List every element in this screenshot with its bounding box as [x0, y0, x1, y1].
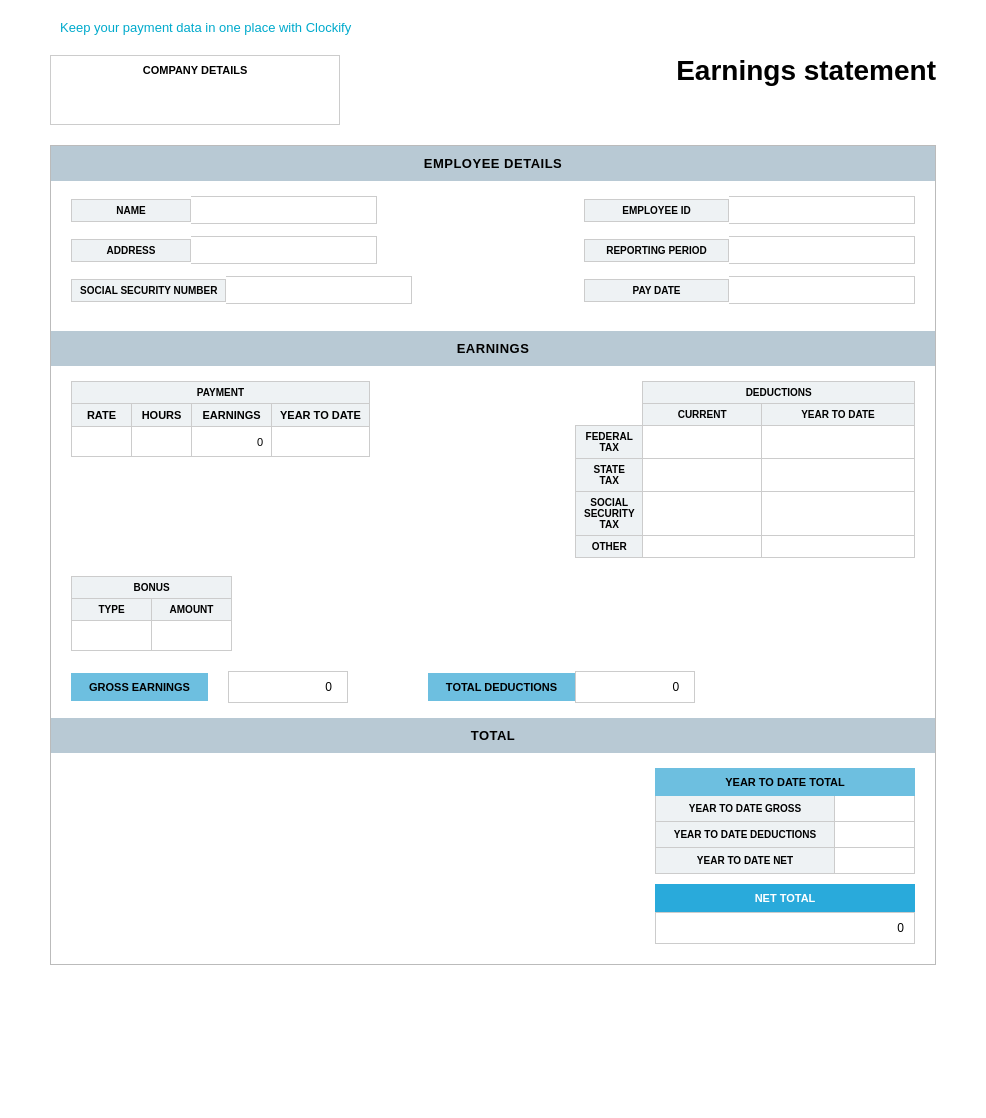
total-section-header: TOTAL — [51, 718, 935, 753]
ssn-label: SOCIAL SECURITY NUMBER — [71, 279, 226, 302]
ytd-net-value — [835, 848, 915, 874]
ytd-deductions-label: YEAR TO DATE DEDUCTIONS — [655, 822, 835, 848]
other-row: OTHER — [576, 536, 915, 558]
total-deductions-label: TOTAL DEDUCTIONS — [446, 681, 557, 693]
net-total-bar: NET TOTAL — [655, 884, 915, 912]
bonus-area: BONUS TYPE AMOUNT — [71, 576, 915, 651]
social-security-row: SOCIAL SECURITY TAX — [576, 492, 915, 536]
other-ytd — [761, 536, 914, 558]
ytd-gross-value — [835, 796, 915, 822]
reporting-period-label: REPORTING PERIOD — [584, 239, 729, 262]
social-security-label: SOCIAL SECURITY TAX — [576, 492, 643, 536]
employee-id-label: EMPLOYEE ID — [584, 199, 729, 222]
ssn-input[interactable] — [226, 276, 412, 304]
totals-bar: GROSS EARNINGS 0 TOTAL DEDUCTIONS 0 — [71, 671, 915, 703]
employee-field-row-3: SOCIAL SECURITY NUMBER PAY DATE — [71, 276, 915, 304]
deductions-side: DEDUCTIONS CURRENT YEAR TO DATE FEDERAL … — [575, 381, 915, 558]
employee-field-row-1: NAME EMPLOYEE ID — [71, 196, 915, 224]
deductions-group-label: DEDUCTIONS — [643, 382, 915, 404]
social-security-ytd — [761, 492, 914, 536]
top-link-bar: Keep your payment data in one place with… — [0, 0, 986, 45]
reporting-period-field-group: REPORTING PERIOD — [584, 236, 915, 264]
name-label: NAME — [71, 199, 191, 222]
ytd-net-label: YEAR TO DATE NET — [655, 848, 835, 874]
main-card: EMPLOYEE DETAILS NAME EMPLOYEE ID ADDRES… — [50, 145, 936, 965]
ytd-net-row: YEAR TO DATE NET — [655, 848, 915, 874]
ytd-total-header: YEAR TO DATE TOTAL — [655, 768, 915, 796]
ytd-deductions-row: YEAR TO DATE DEDUCTIONS — [655, 822, 915, 848]
state-tax-current — [643, 459, 761, 492]
other-current — [643, 536, 761, 558]
pay-date-field-group: PAY DATE — [584, 276, 915, 304]
payment-earnings-cell: 0 — [192, 427, 272, 457]
employee-details-section: NAME EMPLOYEE ID ADDRESS REPORTING PERIO… — [51, 181, 935, 331]
employee-id-field-group: EMPLOYEE ID — [584, 196, 915, 224]
ytd-container: YEAR TO DATE TOTAL YEAR TO DATE GROSS YE… — [655, 768, 915, 944]
pay-date-label: PAY DATE — [584, 279, 729, 302]
gross-earnings-value: 0 — [228, 671, 348, 703]
total-deductions-value: 0 — [575, 671, 695, 703]
total-deductions-group: TOTAL DEDUCTIONS 0 — [428, 671, 695, 703]
ytd-gross-label: YEAR TO DATE GROSS — [655, 796, 835, 822]
federal-tax-row: FEDERAL TAX — [576, 426, 915, 459]
earnings-header: EARNINGS — [51, 331, 935, 366]
company-details-label: COMPANY DETAILS — [59, 64, 331, 76]
payment-side: PAYMENT RATE HOURS EARNINGS YEAR TO DATE… — [71, 381, 370, 558]
employee-field-row-2: ADDRESS REPORTING PERIOD — [71, 236, 915, 264]
earnings-section: PAYMENT RATE HOURS EARNINGS YEAR TO DATE… — [51, 366, 935, 718]
state-tax-ytd — [761, 459, 914, 492]
state-tax-label: STATE TAX — [576, 459, 643, 492]
payment-table: PAYMENT RATE HOURS EARNINGS YEAR TO DATE… — [71, 381, 370, 457]
payment-group-label: PAYMENT — [72, 382, 370, 404]
payment-rate-cell — [72, 427, 132, 457]
clockify-link[interactable]: Keep your payment data in one place with… — [60, 20, 351, 35]
bonus-type-col-header: TYPE — [72, 599, 152, 621]
other-label: OTHER — [576, 536, 643, 558]
bonus-table: BONUS TYPE AMOUNT — [71, 576, 232, 651]
employee-id-input[interactable] — [729, 196, 915, 224]
earnings-middle-spacer — [400, 381, 545, 558]
address-input[interactable] — [191, 236, 377, 264]
bonus-group-label: BONUS — [72, 577, 232, 599]
payment-hours-cell — [132, 427, 192, 457]
name-field-group: NAME — [71, 196, 377, 224]
rate-col-header: RATE — [72, 404, 132, 427]
deductions-table: DEDUCTIONS CURRENT YEAR TO DATE FEDERAL … — [575, 381, 915, 558]
ytd-col-header: YEAR TO DATE — [272, 404, 370, 427]
hours-col-header: HOURS — [132, 404, 192, 427]
federal-tax-current — [643, 426, 761, 459]
current-col-header: CURRENT — [643, 404, 761, 426]
social-security-current — [643, 492, 761, 536]
name-input[interactable] — [191, 196, 377, 224]
total-left-spacer — [71, 768, 655, 944]
total-section: YEAR TO DATE TOTAL YEAR TO DATE GROSS YE… — [51, 753, 935, 964]
ytd-ded-col-header: YEAR TO DATE — [761, 404, 914, 426]
ytd-gross-row: YEAR TO DATE GROSS — [655, 796, 915, 822]
total-inner: YEAR TO DATE TOTAL YEAR TO DATE GROSS YE… — [71, 768, 915, 944]
earnings-col-header: EARNINGS — [192, 404, 272, 427]
reporting-period-input[interactable] — [729, 236, 915, 264]
total-deductions-button: TOTAL DEDUCTIONS — [428, 673, 575, 701]
bonus-type-cell — [72, 621, 152, 651]
gross-earnings-label: GROSS EARNINGS — [89, 681, 190, 693]
earnings-inner: PAYMENT RATE HOURS EARNINGS YEAR TO DATE… — [71, 381, 915, 558]
bonus-amount-cell — [152, 621, 232, 651]
net-total-value: 0 — [655, 912, 915, 944]
page-header: COMPANY DETAILS Earnings statement — [50, 55, 936, 125]
gross-earnings-button: GROSS EARNINGS — [71, 673, 208, 701]
bonus-amount-col-header: AMOUNT — [152, 599, 232, 621]
pay-date-input[interactable] — [729, 276, 915, 304]
ytd-deductions-value — [835, 822, 915, 848]
payment-ytd-cell — [272, 427, 370, 457]
federal-tax-label: FEDERAL TAX — [576, 426, 643, 459]
federal-tax-ytd — [761, 426, 914, 459]
address-field-group: ADDRESS — [71, 236, 377, 264]
ssn-field-group: SOCIAL SECURITY NUMBER — [71, 276, 412, 304]
company-details-box: COMPANY DETAILS — [50, 55, 340, 125]
state-tax-row: STATE TAX — [576, 459, 915, 492]
employee-details-header: EMPLOYEE DETAILS — [51, 146, 935, 181]
page-title: Earnings statement — [676, 55, 936, 87]
address-label: ADDRESS — [71, 239, 191, 262]
